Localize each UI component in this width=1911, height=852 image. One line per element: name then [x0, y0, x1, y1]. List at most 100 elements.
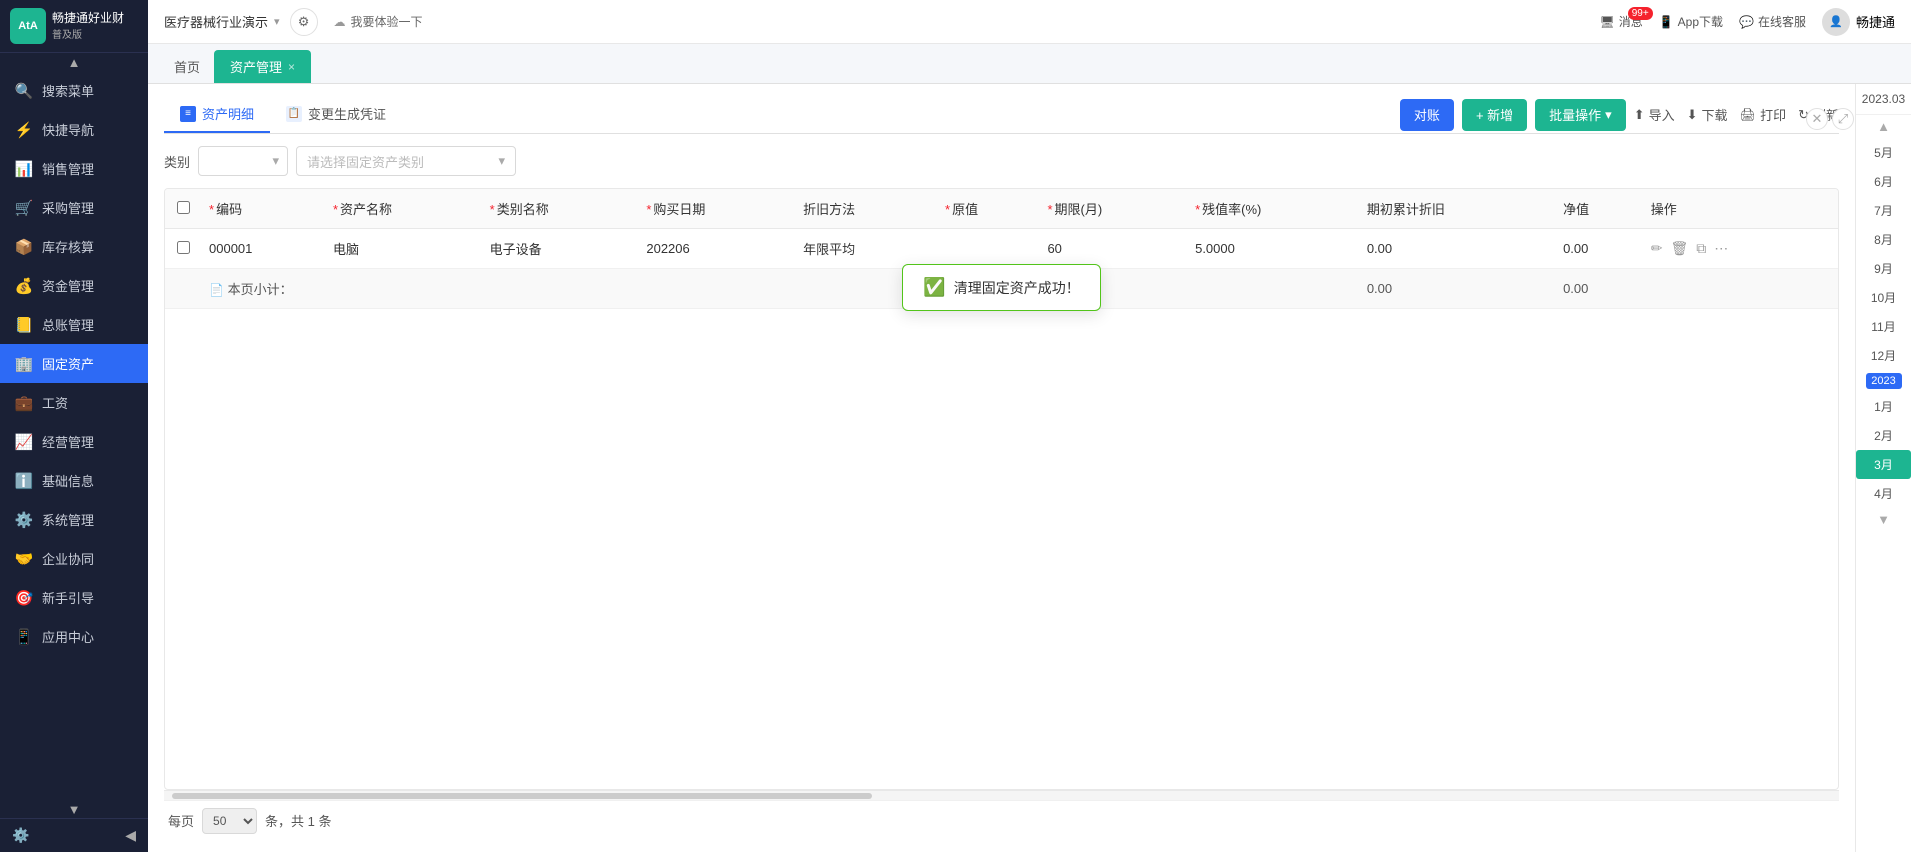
month-jul[interactable]: 7月 — [1856, 196, 1911, 225]
month-feb[interactable]: 2月 — [1856, 421, 1911, 450]
app-edition: 普及版 — [52, 26, 124, 41]
cell-depreciation-method: 年限平均 — [795, 229, 937, 269]
month-apr[interactable]: 4月 — [1856, 479, 1911, 508]
sidebar-item-ledger[interactable]: 📒 总账管理 — [0, 305, 148, 344]
sub-tab-change-voucher-label: 变更生成凭证 — [308, 104, 386, 123]
cooperation-icon: 🤝 — [14, 550, 34, 568]
select-all-checkbox[interactable] — [177, 201, 190, 214]
month-jun[interactable]: 6月 — [1856, 167, 1911, 196]
month-dec[interactable]: 12月 — [1856, 341, 1911, 370]
month-may[interactable]: 5月 — [1856, 138, 1911, 167]
sidebar-item-basic-info[interactable]: ℹ️ 基础信息 — [0, 461, 148, 500]
sidebar-item-label: 采购管理 — [42, 198, 94, 217]
edit-icon[interactable]: ✏ — [1651, 240, 1663, 257]
experience-button[interactable]: ☁ 我要体验一下 — [334, 13, 423, 30]
settings-icon[interactable]: ⚙️ — [12, 827, 29, 844]
user-menu[interactable]: 👤 畅捷通 — [1822, 8, 1895, 36]
total-label: 条，共 1 条 — [265, 811, 331, 830]
sidebar-item-guide[interactable]: 🎯 新手引导 — [0, 578, 148, 617]
col-initial-depreciation: 期初累计折旧 — [1359, 189, 1555, 229]
topbar: 医疗器械行业演示 ▾ ⚙ ☁ 我要体验一下 🖥 消息 99+ 📱 App下载 💬… — [148, 0, 1911, 44]
sidebar-item-purchase[interactable]: 🛒 采购管理 — [0, 188, 148, 227]
tab-close-icon[interactable]: × — [288, 60, 295, 74]
year-badge: 2023 — [1866, 373, 1902, 389]
copy-icon[interactable]: ⧉ — [1696, 240, 1706, 257]
panel-scroll-down[interactable]: ▼ — [1856, 508, 1911, 531]
tab-home[interactable]: 首页 — [164, 50, 210, 83]
month-aug[interactable]: 8月 — [1856, 225, 1911, 254]
col-name: *资产名称 — [325, 189, 482, 229]
col-net-value: 净值 — [1555, 189, 1643, 229]
sidebar-item-payroll[interactable]: 💼 工资 — [0, 383, 148, 422]
sidebar-item-label: 快捷导航 — [42, 120, 94, 139]
sub-tab-change-voucher[interactable]: 📋 变更生成凭证 — [270, 96, 402, 133]
per-page-select[interactable]: 50 10 20 100 — [202, 808, 257, 834]
sidebar-scroll-up[interactable]: ▲ — [0, 53, 148, 71]
tab-asset-management[interactable]: 资产管理 × — [214, 50, 311, 83]
month-nov[interactable]: 11月 — [1856, 312, 1911, 341]
delete-icon[interactable]: 🗑 — [1670, 240, 1688, 257]
message-button[interactable]: 🖥 消息 99+ — [1599, 13, 1642, 30]
sidebar-item-system[interactable]: ⚙️ 系统管理 — [0, 500, 148, 539]
sidebar-item-label: 总账管理 — [42, 315, 94, 334]
tab-bar: 首页 资产管理 × — [148, 44, 1911, 84]
sales-icon: 📊 — [14, 160, 34, 178]
month-oct[interactable]: 10月 — [1856, 283, 1911, 312]
more-icon[interactable]: ⋯ — [1714, 240, 1728, 257]
online-service-button[interactable]: 💬 在线客服 — [1739, 13, 1806, 30]
cell-name: 电脑 — [325, 229, 482, 269]
sub-tab-asset-detail[interactable]: ≡ 资产明细 — [164, 96, 270, 133]
download-button[interactable]: ⬇ 下载 — [1687, 105, 1728, 124]
download-label: 下载 — [1702, 105, 1728, 124]
cell-action: ✏ 🗑 ⧉ ⋯ — [1643, 229, 1838, 269]
col-original-value: *原值 — [937, 189, 1039, 229]
row-checkbox[interactable] — [177, 241, 190, 254]
app-download-button[interactable]: 📱 App下载 — [1659, 13, 1723, 30]
cell-original-value — [937, 229, 1039, 269]
sidebar-item-operations[interactable]: 📈 经营管理 — [0, 422, 148, 461]
sidebar-item-cooperation[interactable]: 🤝 企业协同 — [0, 539, 148, 578]
right-panel-year-header[interactable]: 2023.03 — [1856, 84, 1911, 115]
company-settings-button[interactable]: ⚙ — [290, 8, 318, 36]
table-scrollbar[interactable] — [164, 790, 1839, 800]
filter-category-input[interactable]: 请选择固定资产类别 ▾ — [296, 146, 516, 176]
sidebar-item-fixed-assets[interactable]: 🏢 固定资产 — [0, 344, 148, 383]
company-selector[interactable]: 医疗器械行业演示 ▾ — [164, 12, 280, 31]
avatar: 👤 — [1822, 8, 1850, 36]
service-label: 在线客服 — [1758, 13, 1806, 30]
month-sep[interactable]: 9月 — [1856, 254, 1911, 283]
right-panel-close-button[interactable]: ✕ — [1806, 108, 1828, 130]
duizhang-button[interactable]: 对账 — [1400, 99, 1454, 131]
filter-input-arrow[interactable]: ▾ — [498, 153, 505, 169]
sidebar-item-app-center[interactable]: 📱 应用中心 — [0, 617, 148, 656]
month-jan[interactable]: 1月 — [1856, 392, 1911, 421]
app-download-icon: 📱 — [1659, 15, 1674, 29]
subtotal-label: 本页小计： — [228, 282, 293, 297]
right-panel: 2023.03 ▲ 5月 6月 7月 8月 9月 10月 11月 12月 202… — [1855, 84, 1911, 852]
scrollbar-thumb[interactable] — [172, 793, 872, 799]
sidebar-scroll-down[interactable]: ▼ — [0, 800, 148, 818]
sidebar-bottom: ⚙️ ◀ — [0, 818, 148, 852]
sidebar-item-quick-nav[interactable]: ⚡ 快捷导航 — [0, 110, 148, 149]
sidebar-item-label: 固定资产 — [42, 354, 94, 373]
operations-icon: 📈 — [14, 433, 34, 451]
month-mar-current[interactable]: 3月 — [1856, 450, 1911, 479]
filter-category-select[interactable]: ▾ — [198, 146, 288, 176]
system-icon: ⚙️ — [14, 511, 34, 529]
new-button[interactable]: + 新增 — [1462, 99, 1527, 131]
right-panel-expand-button[interactable]: ⤢ — [1832, 108, 1854, 130]
sidebar-item-search[interactable]: 🔍 搜索菜单 — [0, 71, 148, 110]
cell-period: 60 — [1039, 229, 1187, 269]
import-button[interactable]: ⬆ 导入 — [1634, 105, 1675, 124]
sidebar-item-sales[interactable]: 📊 销售管理 — [0, 149, 148, 188]
sidebar-item-inventory[interactable]: 📦 库存核算 — [0, 227, 148, 266]
sidebar-item-capital[interactable]: 💰 资金管理 — [0, 266, 148, 305]
batch-ops-button[interactable]: 批量操作 ▾ — [1535, 99, 1626, 131]
print-button[interactable]: 🖨 打印 — [1740, 105, 1787, 124]
panel-scroll-up[interactable]: ▲ — [1856, 115, 1911, 138]
import-label: 导入 — [1649, 105, 1675, 124]
collapse-icon[interactable]: ◀ — [125, 827, 136, 844]
capital-icon: 💰 — [14, 277, 34, 295]
toast-message: 清理固定资产成功！ — [954, 278, 1080, 298]
content-main: ≡ 资产明细 📋 变更生成凭证 对账 + 新增 批量操作 — [148, 84, 1855, 852]
